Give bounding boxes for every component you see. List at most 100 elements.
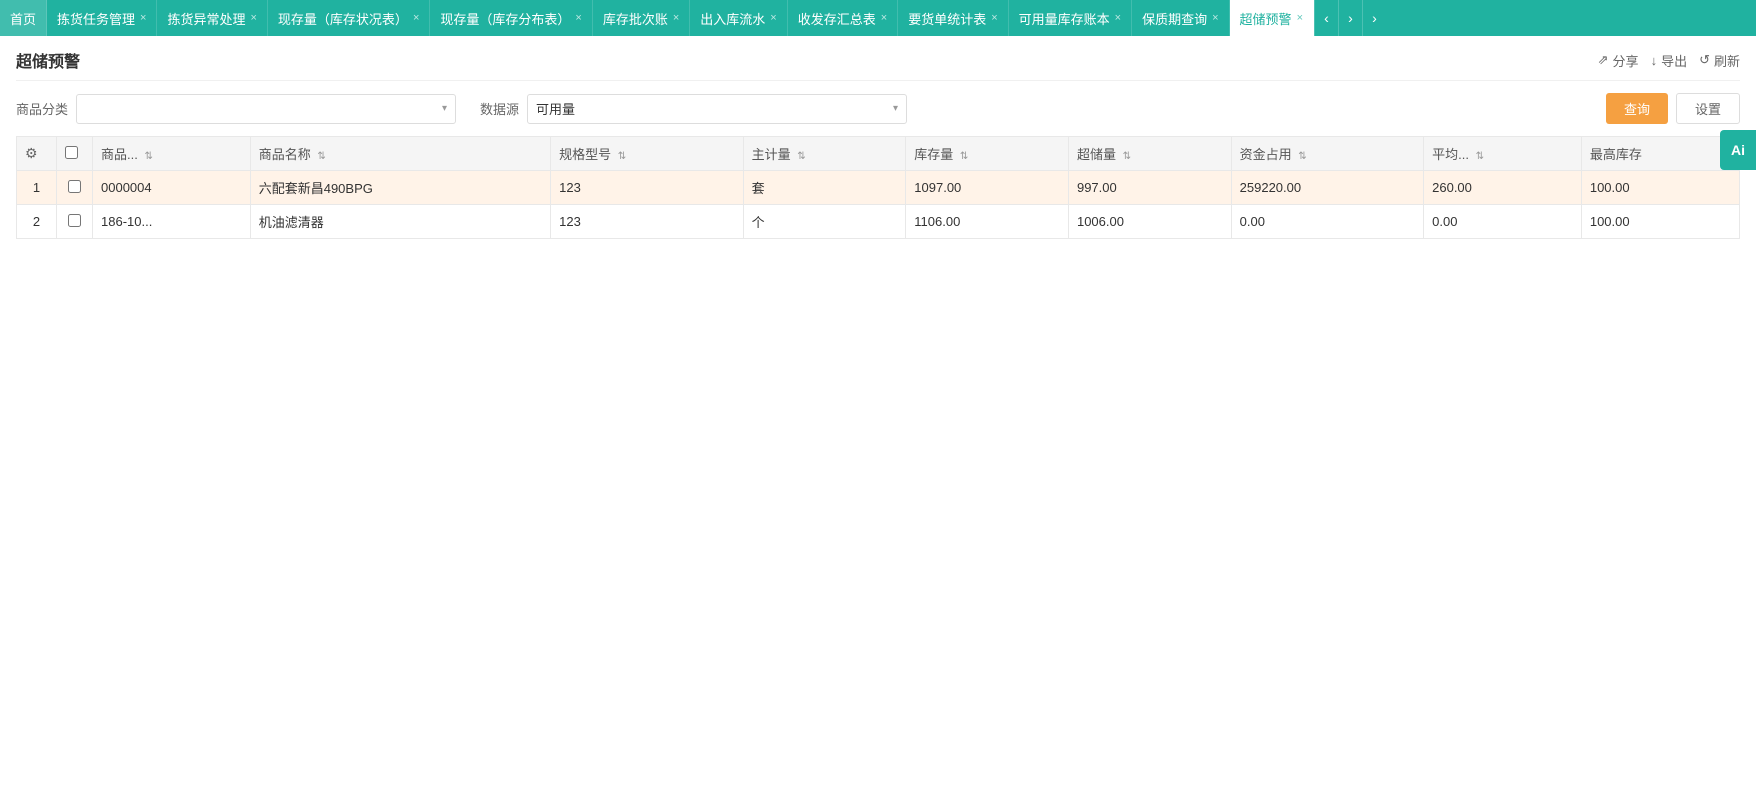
th-stock-label: 库存量 — [914, 147, 953, 162]
filter-actions: 查询 设置 — [1606, 93, 1740, 124]
nav-item-stock-status[interactable]: 现存量（库存状况表） × — [268, 0, 430, 36]
filter-area: 商品分类 ▾ 数据源 可用量 ▾ 查询 设置 — [16, 81, 1740, 132]
page-content: 超储预警 ⇗ 分享 ↓ 导出 ↺ 刷新 商品分类 ▾ 数据源 — [0, 36, 1756, 800]
nav-label-overstock: 超储预警 — [1240, 9, 1292, 28]
nav-item-expiry[interactable]: 保质期查询 × — [1132, 0, 1229, 36]
th-capital-label: 资金占用 — [1240, 147, 1292, 162]
category-filter: 商品分类 ▾ — [16, 94, 456, 124]
page-title: 超储预警 — [16, 48, 80, 72]
sort-icon[interactable]: ⇅ — [797, 151, 805, 162]
th-check — [57, 137, 93, 171]
th-unit-label: 主计量 — [752, 147, 791, 162]
datasource-value: 可用量 — [536, 99, 575, 118]
cell-check — [57, 205, 93, 239]
th-stock: 库存量 ⇅ — [906, 137, 1069, 171]
cell-product-name: 六配套新昌490BPG — [250, 171, 550, 205]
close-icon[interactable]: × — [881, 12, 887, 24]
nav-item-flow[interactable]: 出入库流水 × — [690, 0, 787, 36]
cell-capital: 0.00 — [1231, 205, 1423, 239]
close-icon[interactable]: × — [770, 12, 776, 24]
th-avg-label: 平均... — [1432, 147, 1469, 162]
share-button[interactable]: ⇗ 分享 — [1598, 51, 1639, 70]
sort-icon[interactable]: ⇅ — [317, 151, 325, 162]
page-header: 超储预警 ⇗ 分享 ↓ 导出 ↺ 刷新 — [16, 36, 1740, 81]
category-select[interactable]: ▾ — [76, 94, 456, 124]
th-max-stock-label: 最高库存 — [1590, 147, 1642, 162]
close-icon[interactable]: × — [575, 12, 581, 24]
nav-label-batch: 库存批次账 — [603, 9, 668, 28]
th-settings: ⚙ — [17, 137, 57, 171]
refresh-button[interactable]: ↺ 刷新 — [1699, 51, 1740, 70]
nav-item-summary[interactable]: 收发存汇总表 × — [788, 0, 898, 36]
th-product-code: 商品... ⇅ — [93, 137, 251, 171]
close-icon[interactable]: × — [140, 12, 146, 24]
th-avg: 平均... ⇅ — [1424, 137, 1582, 171]
cell-unit: 个 — [743, 205, 906, 239]
cell-spec: 123 — [551, 171, 743, 205]
sort-icon[interactable]: ⇅ — [618, 151, 626, 162]
refresh-icon: ↺ — [1699, 52, 1710, 68]
cell-avg: 0.00 — [1424, 205, 1582, 239]
cell-capital: 259220.00 — [1231, 171, 1423, 205]
close-icon[interactable]: × — [1297, 12, 1303, 24]
datasource-select[interactable]: 可用量 ▾ — [527, 94, 907, 124]
nav-more-button[interactable]: › — [1362, 0, 1386, 36]
chevron-down-icon: ▾ — [442, 103, 447, 114]
nav-label-exception: 拣货异常处理 — [167, 9, 245, 28]
th-max-stock: 最高库存 — [1581, 137, 1739, 171]
th-spec: 规格型号 ⇅ — [551, 137, 743, 171]
close-icon[interactable]: × — [250, 12, 256, 24]
nav-label-home: 首页 — [10, 9, 36, 28]
nav-label-stock-status: 现存量（库存状况表） — [278, 9, 408, 28]
sort-icon[interactable]: ⇅ — [1298, 151, 1306, 162]
th-product-name: 商品名称 ⇅ — [250, 137, 550, 171]
cell-max-stock: 100.00 — [1581, 171, 1739, 205]
export-button[interactable]: ↓ 导出 — [1651, 51, 1688, 70]
nav-item-order-stat[interactable]: 要货单统计表 × — [898, 0, 1008, 36]
sort-icon[interactable]: ⇅ — [960, 151, 968, 162]
nav-label-available: 可用量库存账本 — [1019, 9, 1110, 28]
th-unit: 主计量 ⇅ — [743, 137, 906, 171]
close-icon[interactable]: × — [673, 12, 679, 24]
sort-icon[interactable]: ⇅ — [1476, 151, 1484, 162]
nav-label-task: 拣货任务管理 — [57, 9, 135, 28]
close-icon[interactable]: × — [413, 12, 419, 24]
cell-spec: 123 — [551, 205, 743, 239]
nav-item-available[interactable]: 可用量库存账本 × — [1009, 0, 1132, 36]
select-all-checkbox[interactable] — [65, 146, 78, 159]
sort-icon[interactable]: ⇅ — [1123, 151, 1131, 162]
nav-item-exception[interactable]: 拣货异常处理 × — [157, 0, 267, 36]
cell-check — [57, 171, 93, 205]
nav-item-task[interactable]: 拣货任务管理 × — [47, 0, 157, 36]
data-table: ⚙ 商品... ⇅ 商品名称 ⇅ 规格型号 ⇅ 主计量 — [16, 136, 1740, 239]
close-icon[interactable]: × — [1115, 12, 1121, 24]
table-row: 2 186-10... 机油滤清器 123 个 1106.00 1006.00 … — [17, 205, 1740, 239]
nav-item-overstock[interactable]: 超储预警 × — [1230, 0, 1314, 36]
ai-button[interactable]: Ai — [1720, 130, 1756, 170]
close-icon[interactable]: × — [991, 12, 997, 24]
nav-prev-button[interactable]: ‹ — [1314, 0, 1338, 36]
close-icon[interactable]: × — [1212, 12, 1218, 24]
sort-icon[interactable]: ⇅ — [144, 151, 152, 162]
cell-overstock: 997.00 — [1068, 171, 1231, 205]
th-overstock-label: 超储量 — [1077, 147, 1116, 162]
nav-item-home[interactable]: 首页 — [0, 0, 47, 36]
nav-next-button[interactable]: › — [1338, 0, 1362, 36]
refresh-label: 刷新 — [1714, 51, 1740, 70]
cell-product-name: 机油滤清器 — [250, 205, 550, 239]
nav-item-batch[interactable]: 库存批次账 × — [593, 0, 690, 36]
chevron-down-icon: ▾ — [893, 103, 898, 114]
cell-product-code: 186-10... — [93, 205, 251, 239]
cell-product-code: 0000004 — [93, 171, 251, 205]
query-button[interactable]: 查询 — [1606, 93, 1668, 124]
row-checkbox[interactable] — [68, 214, 81, 227]
th-spec-label: 规格型号 — [559, 147, 611, 162]
nav-label-expiry: 保质期查询 — [1142, 9, 1207, 28]
export-label: 导出 — [1661, 51, 1687, 70]
nav-item-stock-dist[interactable]: 现存量（库存分布表） × — [430, 0, 592, 36]
share-icon: ⇗ — [1598, 52, 1609, 68]
cell-stock: 1106.00 — [906, 205, 1069, 239]
settings-icon[interactable]: ⚙ — [25, 145, 38, 161]
row-checkbox[interactable] — [68, 180, 81, 193]
settings-button[interactable]: 设置 — [1676, 93, 1740, 124]
